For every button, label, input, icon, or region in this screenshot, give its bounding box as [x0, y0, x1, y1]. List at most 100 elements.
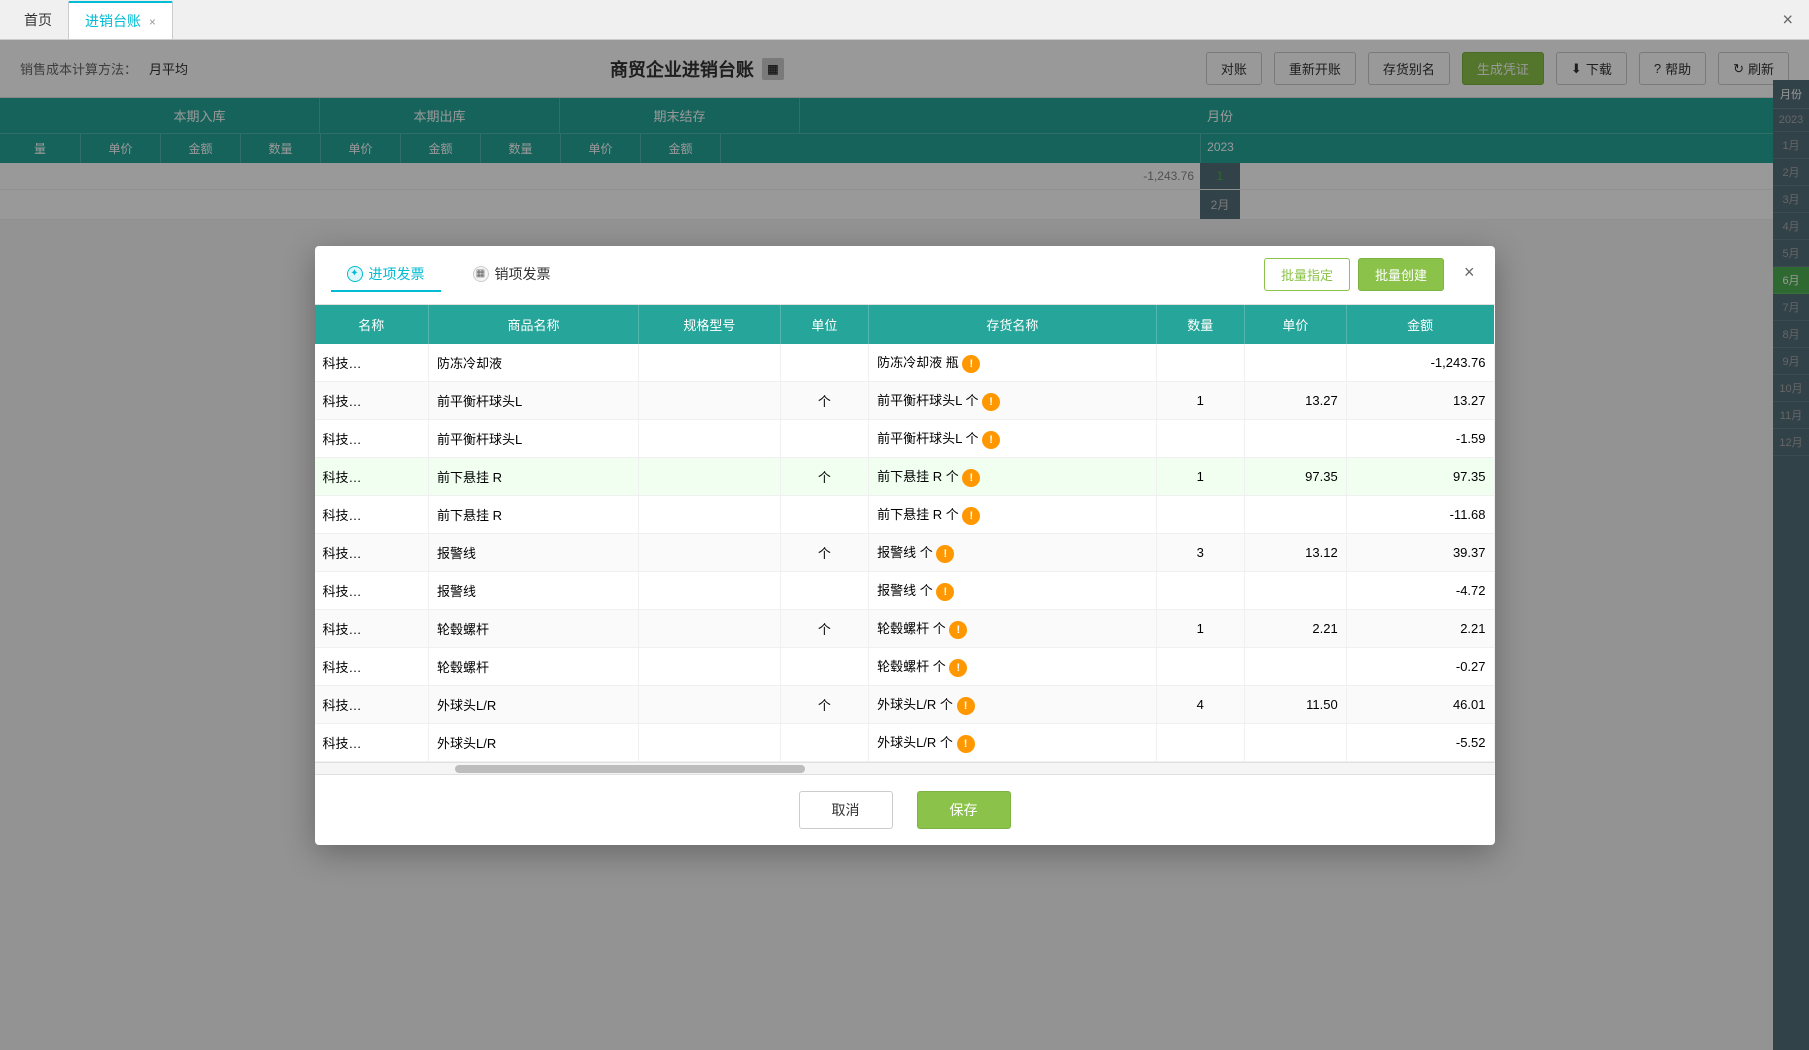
invoice-table: 名称 商品名称 规格型号 单位 存货名称 数量 单价 金额 科技… 防冻冷却液: [315, 305, 1495, 762]
warning-icon: !: [982, 431, 1000, 449]
cell-inventory: 报警线 个 !: [869, 571, 1157, 609]
table-row[interactable]: 科技… 外球头L/R 外球头L/R 个 ! -5.52: [315, 723, 1495, 761]
col-product: 商品名称: [429, 305, 639, 344]
cell-spec: [638, 344, 780, 382]
cell-name: 科技…: [315, 495, 429, 533]
modal-header: ✦ 进项发票 ▦ 销项发票 批量指定 批量创建 ×: [315, 246, 1495, 305]
cell-price: 13.12: [1244, 533, 1346, 571]
cell-amount: 2.21: [1346, 609, 1494, 647]
cell-amount: 39.37: [1346, 533, 1494, 571]
cell-spec: [638, 457, 780, 495]
cell-spec: [638, 647, 780, 685]
cell-unit: 个: [780, 609, 868, 647]
cell-name: 科技…: [315, 419, 429, 457]
warning-icon: !: [982, 393, 1000, 411]
cell-unit: [780, 419, 868, 457]
cell-name: 科技…: [315, 609, 429, 647]
cell-name: 科技…: [315, 457, 429, 495]
cell-qty: [1156, 419, 1244, 457]
cell-qty: 1: [1156, 609, 1244, 647]
modal-header-actions: 批量指定 批量创建 ×: [1264, 258, 1479, 291]
batch-create-button[interactable]: 批量创建: [1358, 258, 1444, 291]
table-row[interactable]: 科技… 前平衡杆球头L 个 前平衡杆球头L 个 ! 1 13.27 13.27: [315, 381, 1495, 419]
cell-qty: [1156, 495, 1244, 533]
modal-close-button[interactable]: ×: [1460, 258, 1479, 291]
cell-qty: 1: [1156, 457, 1244, 495]
table-row[interactable]: 科技… 前下悬挂 R 前下悬挂 R 个 ! -11.68: [315, 495, 1495, 533]
cell-amount: -4.72: [1346, 571, 1494, 609]
cell-inventory: 前平衡杆球头L 个 !: [869, 419, 1157, 457]
table-row[interactable]: 科技… 前平衡杆球头L 前平衡杆球头L 个 ! -1.59: [315, 419, 1495, 457]
table-row[interactable]: 科技… 报警线 报警线 个 ! -4.72: [315, 571, 1495, 609]
tab-outgoing-invoice[interactable]: ▦ 销项发票: [457, 258, 567, 292]
cell-qty: 3: [1156, 533, 1244, 571]
cell-amount: -0.27: [1346, 647, 1494, 685]
cell-inventory: 轮毂螺杆 个 !: [869, 609, 1157, 647]
cell-spec: [638, 381, 780, 419]
cell-name: 科技…: [315, 685, 429, 723]
cell-inventory: 防冻冷却液 瓶 !: [869, 344, 1157, 382]
modal-scrollbar[interactable]: [315, 762, 1495, 774]
cell-price: 13.27: [1244, 381, 1346, 419]
cell-amount: -1.59: [1346, 419, 1494, 457]
table-row[interactable]: 科技… 前下悬挂 R 个 前下悬挂 R 个 ! 1 97.35 97.35: [315, 457, 1495, 495]
cell-qty: [1156, 571, 1244, 609]
col-qty: 数量: [1156, 305, 1244, 344]
col-unit: 单位: [780, 305, 868, 344]
cell-spec: [638, 419, 780, 457]
cell-price: [1244, 571, 1346, 609]
cell-amount: -5.52: [1346, 723, 1494, 761]
cell-amount: 97.35: [1346, 457, 1494, 495]
cell-unit: [780, 344, 868, 382]
cell-spec: [638, 723, 780, 761]
table-row[interactable]: 科技… 防冻冷却液 防冻冷却液 瓶 ! -1,243.76: [315, 344, 1495, 382]
cell-unit: 个: [780, 457, 868, 495]
cell-product: 报警线: [429, 533, 639, 571]
modal-overlay: ✦ 进项发票 ▦ 销项发票 批量指定 批量创建 ×: [0, 40, 1809, 1050]
cell-amount: 13.27: [1346, 381, 1494, 419]
cell-spec: [638, 609, 780, 647]
cell-qty: 4: [1156, 685, 1244, 723]
cell-spec: [638, 571, 780, 609]
tab-close-icon[interactable]: ×: [149, 15, 156, 29]
cell-unit: [780, 723, 868, 761]
save-button[interactable]: 保存: [917, 791, 1011, 829]
cell-inventory: 外球头L/R 个 !: [869, 685, 1157, 723]
cell-unit: [780, 571, 868, 609]
cell-unit: 个: [780, 533, 868, 571]
warning-icon: !: [936, 583, 954, 601]
window-close-button[interactable]: ×: [1782, 9, 1793, 30]
cell-product: 轮毂螺杆: [429, 609, 639, 647]
scrollbar-thumb[interactable]: [455, 765, 805, 773]
cell-inventory: 报警线 个 !: [869, 533, 1157, 571]
cell-product: 前平衡杆球头L: [429, 381, 639, 419]
incoming-tab-icon: ✦: [347, 266, 363, 282]
cell-qty: 1: [1156, 381, 1244, 419]
cell-name: 科技…: [315, 723, 429, 761]
modal-footer: 取消 保存: [315, 774, 1495, 845]
tab-home[interactable]: 首页: [8, 2, 68, 38]
modal-table-body: 科技… 防冻冷却液 防冻冷却液 瓶 ! -1,243.76 科技… 前平衡杆球头…: [315, 344, 1495, 762]
table-row[interactable]: 科技… 轮毂螺杆 轮毂螺杆 个 ! -0.27: [315, 647, 1495, 685]
col-name: 名称: [315, 305, 429, 344]
modal-dialog: ✦ 进项发票 ▦ 销项发票 批量指定 批量创建 ×: [315, 246, 1495, 845]
warning-icon: !: [962, 507, 980, 525]
cell-spec: [638, 685, 780, 723]
cell-price: 2.21: [1244, 609, 1346, 647]
table-row[interactable]: 科技… 报警线 个 报警线 个 ! 3 13.12 39.37: [315, 533, 1495, 571]
tab-incoming-invoice[interactable]: ✦ 进项发票: [331, 258, 441, 292]
cell-name: 科技…: [315, 533, 429, 571]
table-row[interactable]: 科技… 轮毂螺杆 个 轮毂螺杆 个 ! 1 2.21 2.21: [315, 609, 1495, 647]
warning-icon: !: [962, 355, 980, 373]
cell-product: 前下悬挂 R: [429, 457, 639, 495]
table-row[interactable]: 科技… 外球头L/R 个 外球头L/R 个 ! 4 11.50 46.01: [315, 685, 1495, 723]
main-area: 销售成本计算方法： 月平均 商贸企业进销台账 ▦ 对账 重新开账 存货别名 生成…: [0, 40, 1809, 1050]
cell-product: 前下悬挂 R: [429, 495, 639, 533]
tab-ledger[interactable]: 进销台账 ×: [68, 1, 173, 39]
batch-designate-button[interactable]: 批量指定: [1264, 258, 1350, 291]
cell-price: [1244, 723, 1346, 761]
cancel-button[interactable]: 取消: [799, 791, 893, 829]
cell-qty: [1156, 647, 1244, 685]
modal-table-container[interactable]: 名称 商品名称 规格型号 单位 存货名称 数量 单价 金额 科技… 防冻冷却液: [315, 305, 1495, 762]
cell-name: 科技…: [315, 381, 429, 419]
